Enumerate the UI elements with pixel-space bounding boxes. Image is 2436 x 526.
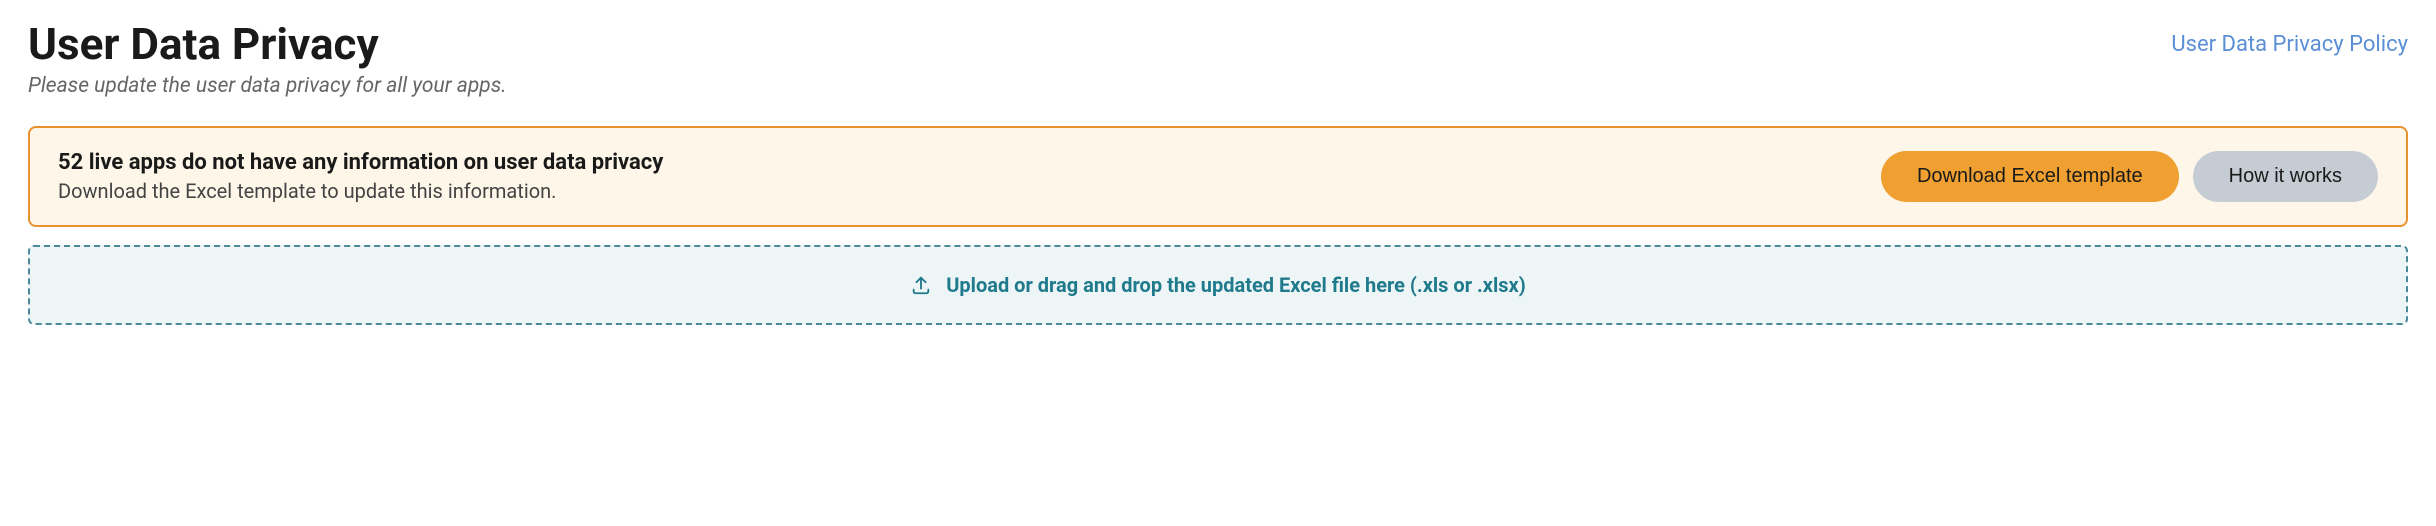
alert-text-container: 52 live apps do not have any information… [58, 150, 1881, 203]
upload-text: Upload or drag and drop the updated Exce… [946, 273, 1526, 297]
alert-banner: 52 live apps do not have any information… [28, 126, 2408, 227]
how-it-works-button[interactable]: How it works [2193, 151, 2378, 202]
alert-actions: Download Excel template How it works [1881, 151, 2378, 202]
privacy-policy-link[interactable]: User Data Privacy Policy [2171, 32, 2408, 57]
download-template-button[interactable]: Download Excel template [1881, 151, 2179, 202]
alert-title: 52 live apps do not have any information… [58, 150, 1881, 175]
alert-description: Download the Excel template to update th… [58, 179, 1881, 203]
upload-icon [910, 274, 932, 296]
page-title: User Data Privacy [28, 20, 379, 68]
upload-dropzone[interactable]: Upload or drag and drop the updated Exce… [28, 245, 2408, 325]
page-subtitle: Please update the user data privacy for … [28, 74, 2408, 98]
